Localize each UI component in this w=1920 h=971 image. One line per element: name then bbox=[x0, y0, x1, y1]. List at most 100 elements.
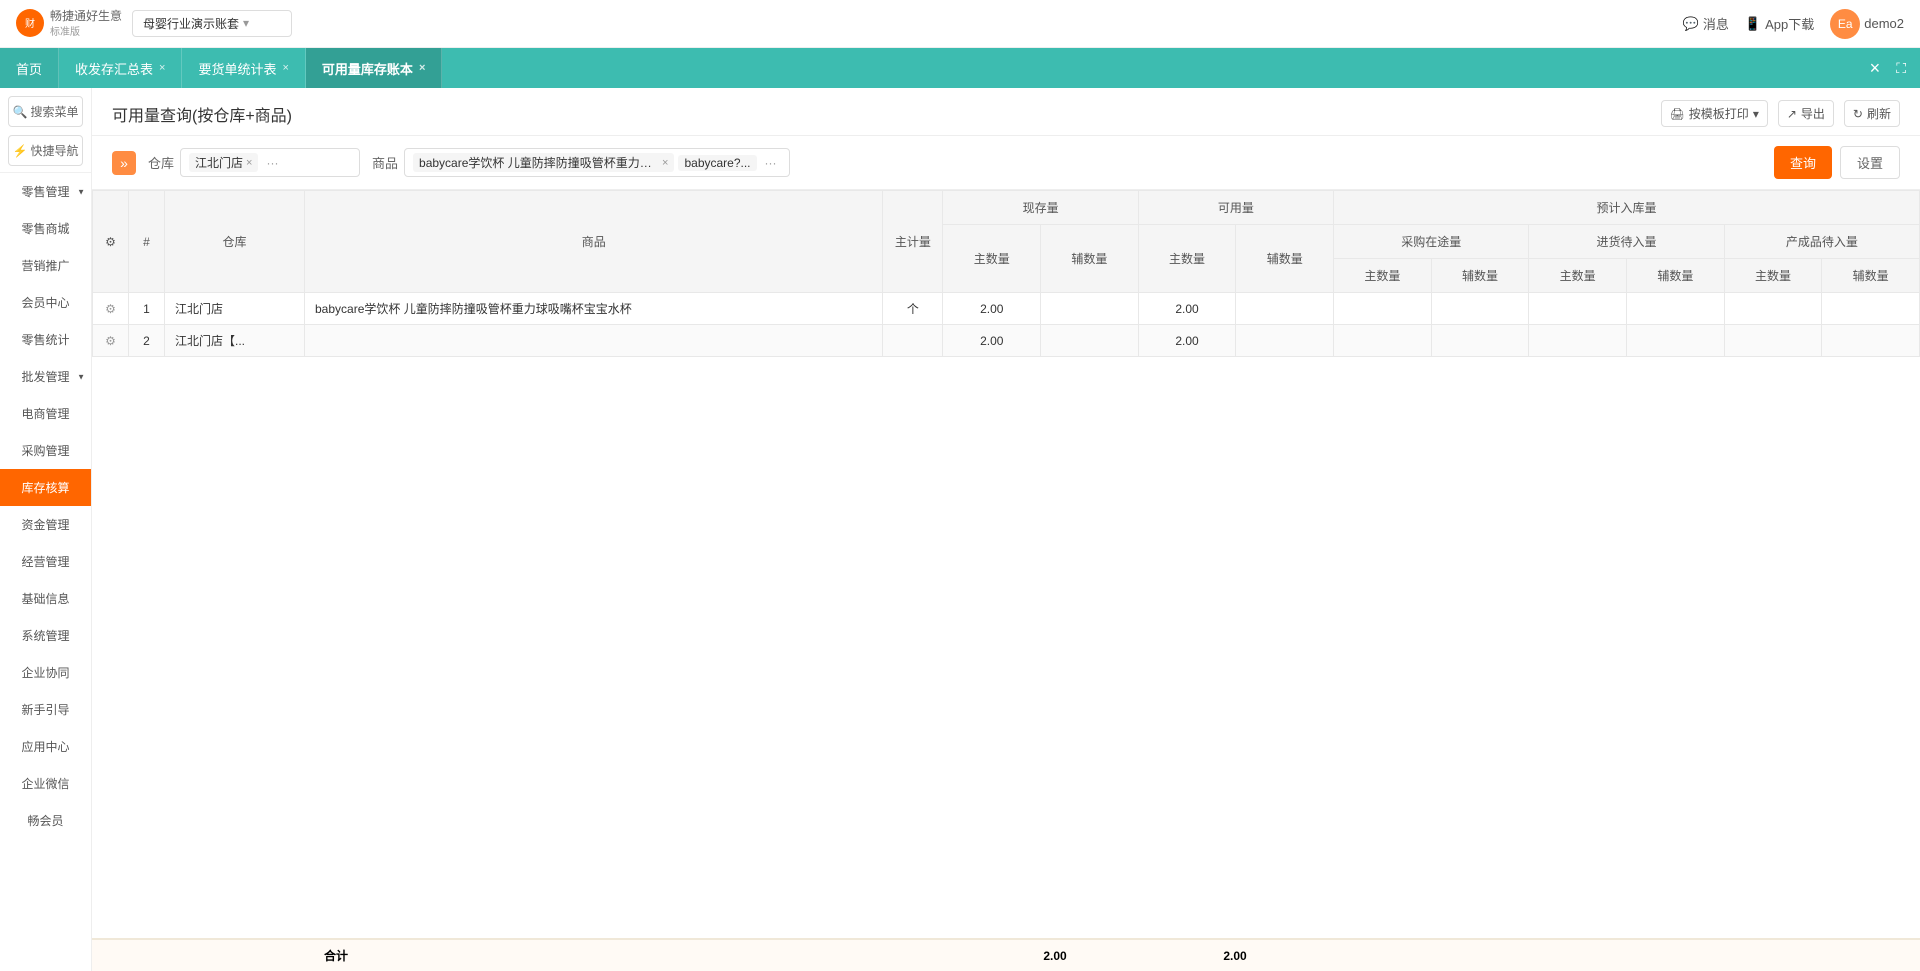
sidebar-item-label: 畅会员 bbox=[27, 812, 63, 829]
sidebar-search-btn[interactable]: 🔍 搜索菜单 bbox=[8, 96, 83, 127]
close-tab-requisition[interactable]: × bbox=[282, 62, 288, 74]
sidebar-item-retail-mall[interactable]: 零售商城 bbox=[0, 210, 91, 247]
row-stock-main: 2.00 bbox=[943, 293, 1041, 325]
footer-total-stock-main: 2.00 bbox=[1010, 949, 1100, 963]
sidebar-item-enterprise[interactable]: 企业协同 bbox=[0, 654, 91, 691]
chevron-down-icon: ▾ bbox=[1753, 107, 1759, 121]
row-product-pending-main bbox=[1724, 325, 1822, 357]
gear-icon: ⚙ bbox=[105, 235, 116, 249]
th-purchase-in: 预计入库量 bbox=[1334, 191, 1920, 225]
sidebar-item-inventory[interactable]: 库存核算 bbox=[0, 469, 91, 506]
th-stock-group: 现存量 bbox=[943, 191, 1138, 225]
tab-available-stock[interactable]: 可用量库存账本 × bbox=[306, 48, 442, 88]
row-gear[interactable]: ⚙ bbox=[93, 325, 129, 357]
warehouse-filter-box[interactable]: 江北门店 × ··· bbox=[180, 148, 360, 177]
sidebar-item-ecommerce[interactable]: 电商管理 bbox=[0, 395, 91, 432]
username-label: demo2 bbox=[1864, 16, 1904, 31]
page-header-actions: 🖨 按模板打印 ▾ ↗ 导出 ↻ 刷新 bbox=[1661, 100, 1900, 127]
sidebar-item-basic-info[interactable]: 基础信息 bbox=[0, 580, 91, 617]
th-main-unit: 主计量 bbox=[883, 191, 943, 293]
svg-text:财: 财 bbox=[25, 17, 35, 30]
sidebar-item-app-center[interactable]: 应用中心 bbox=[0, 728, 91, 765]
industry-selector[interactable]: 母婴行业演示账套 ▾ bbox=[132, 10, 292, 37]
export-btn[interactable]: ↗ 导出 bbox=[1778, 100, 1834, 127]
tab-requisition-label: 要货单统计表 bbox=[198, 59, 276, 78]
sidebar-item-member[interactable]: 会员中心 bbox=[0, 284, 91, 321]
sidebar-item-retail-stats[interactable]: 零售统计 bbox=[0, 321, 91, 358]
row-gear[interactable]: ⚙ bbox=[93, 293, 129, 325]
th-available-aux: 辅数量 bbox=[1236, 225, 1334, 293]
row-product-pending-aux bbox=[1822, 293, 1920, 325]
message-icon: 💬 bbox=[1683, 16, 1699, 32]
row-product-pending-aux bbox=[1822, 325, 1920, 357]
row-purchase-main bbox=[1334, 293, 1432, 325]
row-available-main: 2.00 bbox=[1138, 325, 1236, 357]
sidebar-item-label: 零售管理 bbox=[21, 183, 69, 200]
app-download-btn[interactable]: 📱 App下载 bbox=[1745, 14, 1814, 33]
filter-expand-btn[interactable]: » bbox=[112, 151, 136, 175]
th-po-aux: 辅数量 bbox=[1431, 259, 1529, 293]
goods-tag-1-value: babycare学饮杯 儿童防摔防撞吸管杯重力球吸嘴杯宝宝水杯 bbox=[419, 154, 659, 171]
sidebar-item-operations[interactable]: 经营管理 bbox=[0, 543, 91, 580]
sidebar-item-label: 企业微信 bbox=[21, 775, 69, 792]
refresh-btn[interactable]: ↻ 刷新 bbox=[1844, 100, 1900, 127]
sidebar-item-new-guide[interactable]: 新手引导 bbox=[0, 691, 91, 728]
nav-tabs: 首页 收发存汇总表 × 要货单统计表 × 可用量库存账本 × × ⛶ bbox=[0, 48, 1920, 88]
sidebar-item-label: 会员中心 bbox=[21, 294, 69, 311]
th-goods: 商品 bbox=[305, 191, 883, 293]
tab-home-label: 首页 bbox=[16, 59, 42, 78]
th-purchase-onway: 采购在途量 bbox=[1334, 225, 1529, 259]
goods-dots[interactable]: ··· bbox=[761, 156, 781, 170]
sidebar-item-label: 零售商城 bbox=[21, 220, 69, 237]
settings-btn[interactable]: 设置 bbox=[1840, 146, 1900, 179]
row-num: 2 bbox=[129, 325, 165, 357]
sidebar-item-member2[interactable]: 畅会员 bbox=[0, 802, 91, 839]
sidebar-item-marketing[interactable]: 营销推广 bbox=[0, 247, 91, 284]
tab-requisition[interactable]: 要货单统计表 × bbox=[182, 48, 305, 88]
sidebar-item-retail-mgmt[interactable]: 零售管理 bbox=[0, 173, 91, 210]
sidebar-item-label: 零售统计 bbox=[21, 331, 69, 348]
close-all-tabs-btn[interactable]: × bbox=[1864, 58, 1887, 79]
th-po-main: 主数量 bbox=[1334, 259, 1432, 293]
refresh-icon: ↻ bbox=[1853, 107, 1863, 121]
user-area[interactable]: Ea demo2 bbox=[1830, 9, 1904, 39]
row-warehouse: 江北门店【... bbox=[165, 325, 305, 357]
row-available-aux bbox=[1236, 293, 1334, 325]
sidebar-item-purchase[interactable]: 采购管理 bbox=[0, 432, 91, 469]
row-available-aux bbox=[1236, 325, 1334, 357]
table-row: ⚙ 2 江北门店【... 2.00 2.00 bbox=[93, 325, 1920, 357]
tab-receivables[interactable]: 收发存汇总表 × bbox=[59, 48, 182, 88]
sidebar-item-wechat[interactable]: 企业微信 bbox=[0, 765, 91, 802]
th-stock-aux: 辅数量 bbox=[1041, 225, 1139, 293]
row-goods-pending-main bbox=[1529, 325, 1627, 357]
row-warehouse: 江北门店 bbox=[165, 293, 305, 325]
sidebar-item-system[interactable]: 系统管理 bbox=[0, 617, 91, 654]
tab-receivables-label: 收发存汇总表 bbox=[75, 59, 153, 78]
message-btn[interactable]: 💬 消息 bbox=[1683, 14, 1729, 33]
template-print-btn[interactable]: 🖨 按模板打印 ▾ bbox=[1661, 100, 1768, 127]
row-goods-pending-aux bbox=[1627, 293, 1725, 325]
warehouse-dots[interactable]: ··· bbox=[262, 156, 282, 170]
mobile-icon: 📱 bbox=[1745, 16, 1761, 32]
footer-total-available-main: 2.00 bbox=[1190, 949, 1280, 963]
th-goods-pending: 进货待入量 bbox=[1529, 225, 1724, 259]
sidebar-item-wholesale-mgmt[interactable]: 批发管理 bbox=[0, 358, 91, 395]
fullscreen-btn[interactable]: ⛶ bbox=[1890, 60, 1912, 77]
sidebar-item-finance[interactable]: 资金管理 bbox=[0, 506, 91, 543]
th-gp-main: 主数量 bbox=[1529, 259, 1627, 293]
tab-home[interactable]: 首页 bbox=[0, 48, 59, 88]
sidebar-search-area: 🔍 搜索菜单 bbox=[0, 88, 91, 131]
page-header: 可用量查询(按仓库+商品) 🖨 按模板打印 ▾ ↗ 导出 ↻ 刷新 bbox=[92, 88, 1920, 136]
goods-tag-2: babycare?... bbox=[678, 155, 756, 171]
sidebar-quicknav-btn[interactable]: ⚡ 快捷导航 bbox=[8, 135, 83, 166]
close-tab-receivables[interactable]: × bbox=[159, 62, 165, 74]
query-btn[interactable]: 查询 bbox=[1774, 146, 1832, 179]
row-purchase-main bbox=[1334, 325, 1432, 357]
top-bar-right: 💬 消息 📱 App下载 Ea demo2 bbox=[1683, 9, 1904, 39]
remove-goods-tag-1[interactable]: × bbox=[662, 157, 668, 169]
remove-warehouse-tag[interactable]: × bbox=[246, 157, 252, 169]
goods-filter-box[interactable]: babycare学饮杯 儿童防摔防撞吸管杯重力球吸嘴杯宝宝水杯 × babyca… bbox=[404, 148, 789, 177]
logo-area: 财 畅捷通好生意 标准版 bbox=[16, 9, 122, 38]
close-tab-available-stock[interactable]: × bbox=[419, 62, 425, 74]
th-gear[interactable]: ⚙ bbox=[93, 191, 129, 293]
